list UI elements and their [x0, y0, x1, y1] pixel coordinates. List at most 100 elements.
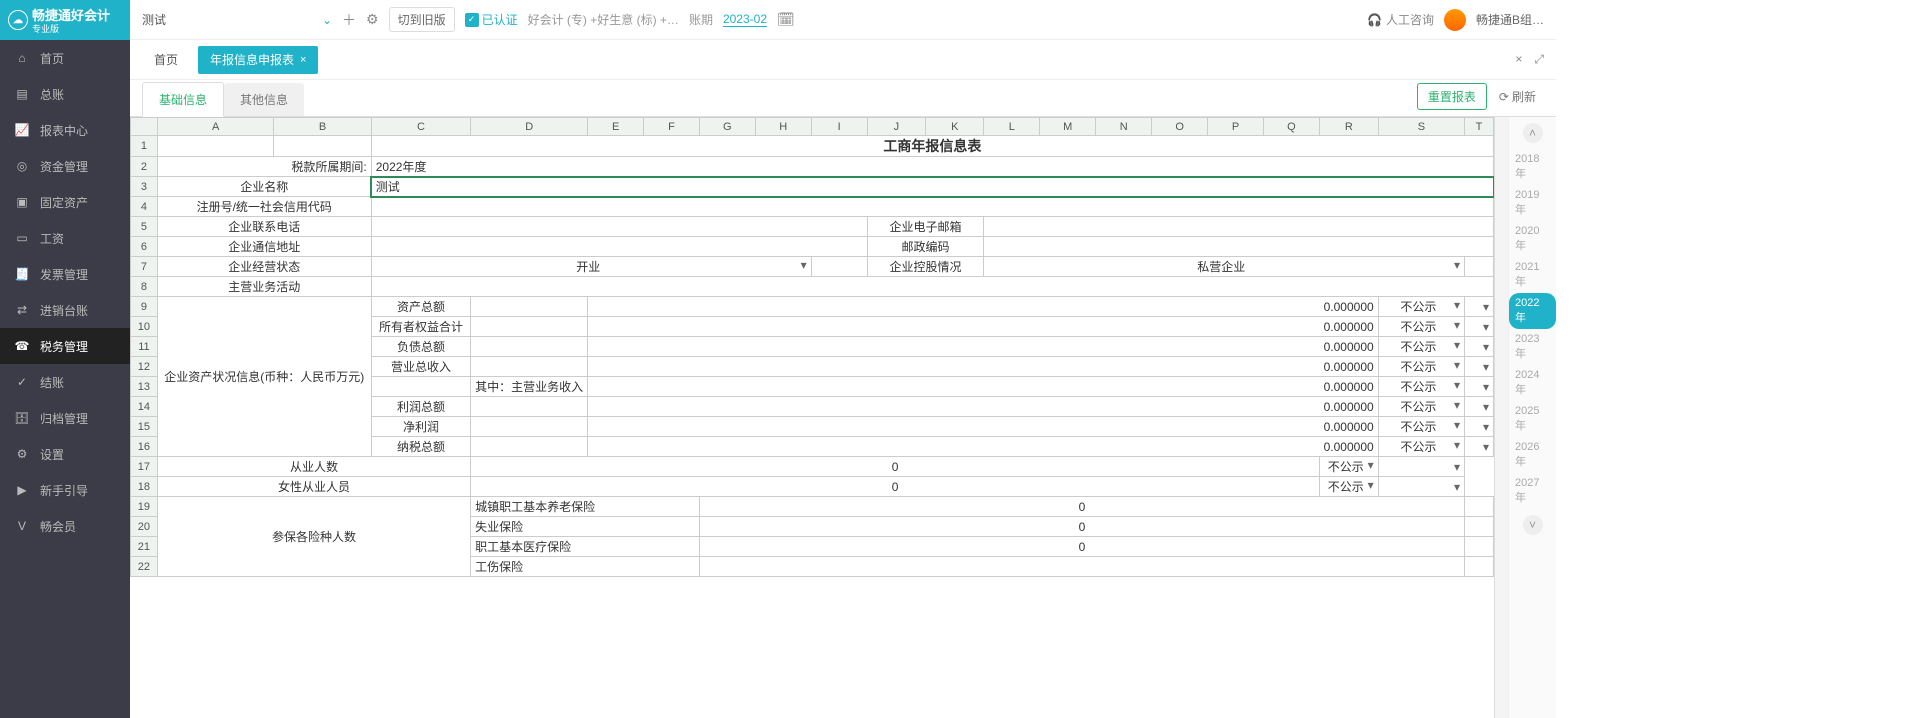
sidebar-item-invoice[interactable]: 🧾发票管理: [0, 256, 130, 292]
gear-icon[interactable]: ⚙: [366, 11, 379, 28]
verified-badge: ✓ 已认证: [465, 11, 518, 28]
calendar-icon[interactable]: 🗓: [777, 11, 795, 28]
refresh-icon: ⟳: [1499, 90, 1509, 104]
col-D[interactable]: D: [471, 118, 588, 136]
sidebar-item-inventory[interactable]: ⇄ 进销台账: [0, 292, 130, 328]
sub-tabs: 基础信息 其他信息 重置报表 ⟳刷新: [130, 80, 1556, 116]
cloud-icon: ☁: [8, 10, 28, 30]
shield-icon: ✓: [465, 13, 479, 27]
vertical-scrollbar[interactable]: [1494, 117, 1508, 718]
close-all-icon[interactable]: ×: [1515, 52, 1522, 67]
year-2026年[interactable]: 2026年: [1509, 437, 1556, 473]
sidebar-item-salary[interactable]: ▭ 工资: [0, 220, 130, 256]
sidebar-item-tax[interactable]: ☎税务管理: [0, 328, 130, 364]
year-2027年[interactable]: 2027年: [1509, 473, 1556, 509]
col-B[interactable]: B: [274, 118, 371, 136]
col-K[interactable]: K: [926, 118, 984, 136]
topbar: 测试⌄ ＋ ⚙ 切到旧版 ✓ 已认证 好会计 (专) +好生意 (标) +… 账…: [130, 0, 1556, 40]
company-selector[interactable]: 测试⌄: [142, 6, 332, 34]
sidebar-item-archive[interactable]: 🗄归档管理: [0, 400, 130, 436]
holding-type[interactable]: 私营企业: [984, 257, 1465, 277]
col-O[interactable]: O: [1152, 118, 1208, 136]
expand-icon[interactable]: ⤢: [1534, 52, 1544, 67]
col-E[interactable]: E: [588, 118, 644, 136]
col-[interactable]: [131, 118, 158, 136]
year-2024年[interactable]: 2024年: [1509, 365, 1556, 401]
home-icon: ⌂: [14, 50, 30, 66]
year-2023年[interactable]: 2023年: [1509, 329, 1556, 365]
headset-icon: 🎧: [1367, 13, 1382, 27]
year-2018年[interactable]: 2018年: [1509, 149, 1556, 185]
period-label: 账期: [689, 11, 713, 28]
sidebar-item-label: 工资: [40, 230, 64, 247]
sidebar-item-label: 设置: [40, 446, 64, 463]
col-C[interactable]: C: [371, 118, 470, 136]
company-name-cell[interactable]: 测试: [371, 177, 1493, 197]
sidebar-item-label: 报表中心: [40, 122, 88, 139]
year-up-icon[interactable]: ˄: [1523, 123, 1543, 143]
salary-icon: ▭: [14, 230, 30, 246]
sidebar-item-ledger[interactable]: ▤总账: [0, 76, 130, 112]
business-status[interactable]: 开业: [371, 257, 811, 277]
sidebar-item-home[interactable]: ⌂ 首页: [0, 40, 130, 76]
year-down-icon[interactable]: ˅: [1523, 515, 1543, 535]
col-I[interactable]: I: [811, 118, 867, 136]
guide-icon: ▶: [14, 482, 30, 498]
sidebar-item-vip[interactable]: V畅会员: [0, 508, 130, 544]
sidebar-item-close[interactable]: ✓结账: [0, 364, 130, 400]
sidebar-item-settings[interactable]: ⚙ 设置: [0, 436, 130, 472]
customer-service[interactable]: 🎧人工咨询: [1367, 11, 1434, 28]
col-G[interactable]: G: [699, 118, 755, 136]
fund-icon: ◎: [14, 158, 30, 174]
switch-old-button[interactable]: 切到旧版: [389, 7, 455, 32]
year-2022年[interactable]: 2022年: [1509, 293, 1556, 329]
col-M[interactable]: M: [1040, 118, 1096, 136]
period-selector[interactable]: 2023-02: [723, 12, 767, 27]
period-value-cell[interactable]: 2022年度: [371, 157, 1493, 177]
year-rail: ˄ 2018年2019年2020年2021年2022年2023年2024年202…: [1508, 117, 1556, 718]
sidebar-item-asset[interactable]: ▣固定资产: [0, 184, 130, 220]
sidebar-item-fund[interactable]: ◎资金管理: [0, 148, 130, 184]
close-icon[interactable]: ×: [300, 54, 306, 66]
inventory-icon: ⇄: [14, 302, 30, 318]
sidebar-item-label: 进销台账: [40, 302, 88, 319]
settings-icon: ⚙: [14, 446, 30, 462]
year-2020年[interactable]: 2020年: [1509, 221, 1556, 257]
refresh-button[interactable]: ⟳刷新: [1499, 88, 1536, 105]
subtab-basic[interactable]: 基础信息: [142, 82, 224, 117]
tab-annual-report[interactable]: 年报信息申报表×: [198, 46, 318, 74]
col-S[interactable]: S: [1378, 118, 1464, 136]
sidebar-item-report[interactable]: 📈报表中心: [0, 112, 130, 148]
col-N[interactable]: N: [1096, 118, 1152, 136]
col-H[interactable]: H: [755, 118, 811, 136]
subtab-other[interactable]: 其他信息: [224, 83, 304, 116]
sidebar-item-label: 首页: [40, 50, 64, 67]
col-R[interactable]: R: [1319, 118, 1378, 136]
add-icon[interactable]: ＋: [342, 10, 356, 30]
sidebar-item-guide[interactable]: ▶新手引导: [0, 472, 130, 508]
tab-home[interactable]: 首页: [142, 46, 190, 74]
asset-group[interactable]: 企业资产状况信息(币种：人民币万元): [157, 297, 371, 457]
reset-button[interactable]: 重置报表: [1417, 83, 1487, 110]
col-L[interactable]: L: [984, 118, 1040, 136]
period-label-cell[interactable]: 税款所属期间:: [157, 157, 371, 177]
spreadsheet[interactable]: ABCDEFGHIJKLMNOPQRST1工商年报信息表2税款所属期间:2022…: [130, 117, 1494, 718]
year-2021年[interactable]: 2021年: [1509, 257, 1556, 293]
col-J[interactable]: J: [867, 118, 925, 136]
insurance-group[interactable]: 参保各险种人数: [157, 497, 470, 577]
main: 测试⌄ ＋ ⚙ 切到旧版 ✓ 已认证 好会计 (专) +好生意 (标) +… 账…: [130, 0, 1556, 718]
sidebar-item-label: 发票管理: [40, 266, 88, 283]
sheet-title[interactable]: 工商年报信息表: [371, 136, 1493, 157]
col-Q[interactable]: Q: [1263, 118, 1319, 136]
col-T[interactable]: T: [1465, 118, 1494, 136]
product-name: 好会计 (专) +好生意 (标) +…: [528, 11, 679, 28]
avatar[interactable]: [1444, 9, 1466, 31]
col-A[interactable]: A: [157, 118, 274, 136]
col-F[interactable]: F: [644, 118, 700, 136]
col-P[interactable]: P: [1208, 118, 1264, 136]
username: 畅捷通B组…: [1476, 11, 1544, 28]
ledger-icon: ▤: [14, 86, 30, 102]
year-2019年[interactable]: 2019年: [1509, 185, 1556, 221]
year-2025年[interactable]: 2025年: [1509, 401, 1556, 437]
brand-logo: ☁ 畅捷通好会计 专业版: [0, 0, 130, 40]
